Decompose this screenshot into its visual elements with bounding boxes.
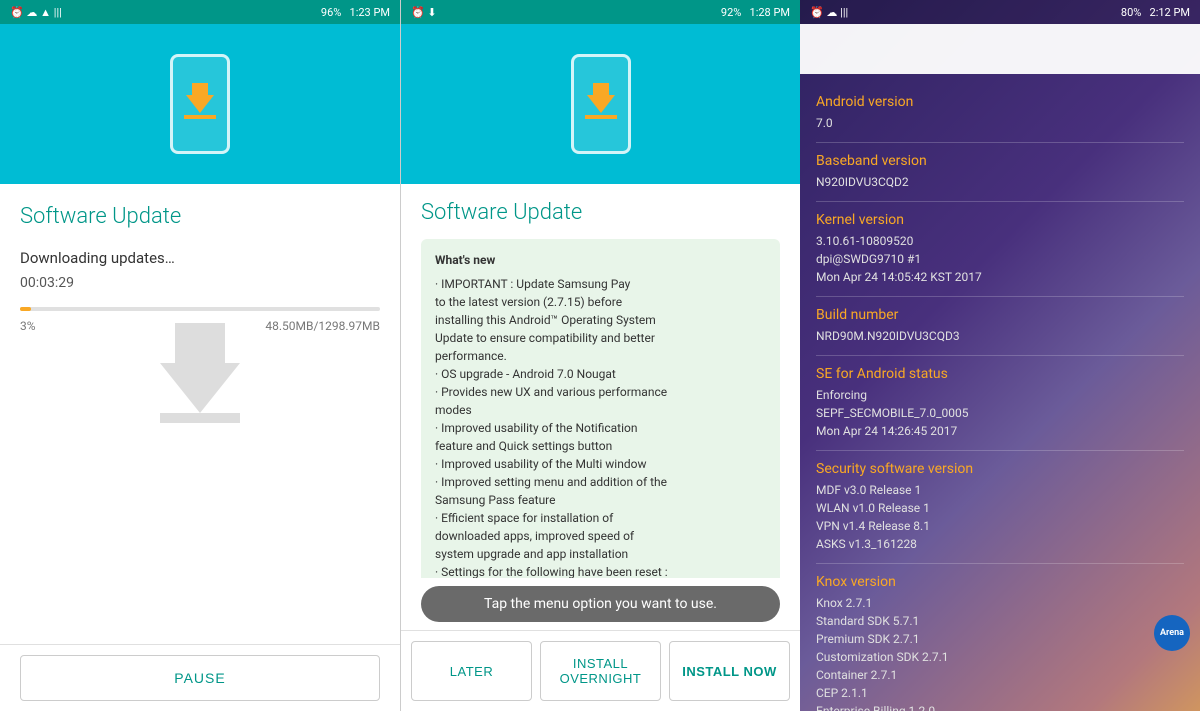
download-status-text: Downloading updates… xyxy=(20,249,380,267)
panel3-top-white xyxy=(800,24,1200,74)
value-build-number: NRD90M.N920IDVU3CQD3 xyxy=(816,327,1184,345)
header-2 xyxy=(401,24,800,184)
info-knox-version: Knox version Knox 2.7.1Standard SDK 5.7.… xyxy=(816,564,1184,711)
phone-download-icon-2 xyxy=(566,49,636,159)
status-bar-1: ⏰ ☁ ▲ ||| 96% 1:23 PM xyxy=(0,0,400,24)
progress-size: 48.50MB/1298.97MB xyxy=(265,319,380,333)
info-android-version: Android version 7.0 xyxy=(816,84,1184,143)
download-timer: 00:03:29 xyxy=(20,275,380,291)
pause-button[interactable]: PAUSE xyxy=(20,655,380,701)
value-baseband-version: N920IDVU3CQD2 xyxy=(816,173,1184,191)
content-1: Software Update Downloading updates… 00:… xyxy=(0,184,400,644)
panel-install: ⏰ ⬇ 92% 1:28 PM Software Update What's n… xyxy=(400,0,800,711)
status-icons-left-2: ⏰ ⬇ xyxy=(411,6,437,19)
status-battery-time-2: 92% 1:28 PM xyxy=(721,6,790,19)
panel3-content: Android version 7.0 Baseband version N92… xyxy=(800,74,1200,711)
panel-about: ⏰ ☁ ||| 80% 2:12 PM Android version 7.0 … xyxy=(800,0,1200,711)
label-knox-version: Knox version xyxy=(816,574,1184,590)
header-1 xyxy=(0,24,400,184)
value-kernel-version: 3.10.61-10809520dpi@SWDG9710 #1Mon Apr 2… xyxy=(816,232,1184,286)
label-baseband-version: Baseband version xyxy=(816,153,1184,169)
content-2: Software Update What's new · IMPORTANT :… xyxy=(401,184,800,578)
panel1-title: Software Update xyxy=(20,204,380,229)
value-knox-version: Knox 2.7.1Standard SDK 5.7.1Premium SDK … xyxy=(816,594,1184,711)
status-bar-2: ⏰ ⬇ 92% 1:28 PM xyxy=(401,0,800,24)
whats-new-content: · IMPORTANT : Update Samsung Payto the l… xyxy=(435,275,766,578)
progress-bar-fill xyxy=(20,307,31,311)
status-icons-left-1: ⏰ ☁ ▲ ||| xyxy=(10,6,62,19)
info-se-android: SE for Android status EnforcingSEPF_SECM… xyxy=(816,356,1184,451)
status-battery-time-1: 96% 1:23 PM xyxy=(321,6,390,19)
label-build-number: Build number xyxy=(816,307,1184,323)
label-kernel-version: Kernel version xyxy=(816,212,1184,228)
info-security-software: Security software version MDF v3.0 Relea… xyxy=(816,451,1184,564)
whats-new-box: What's new · IMPORTANT : Update Samsung … xyxy=(421,239,780,578)
install-now-button[interactable]: INSTALL NOW xyxy=(669,641,790,701)
progress-bar-container xyxy=(20,307,380,311)
panel2-title: Software Update xyxy=(421,200,780,225)
label-se-android: SE for Android status xyxy=(816,366,1184,382)
value-security-software: MDF v3.0 Release 1WLAN v1.0 Release 1VPN… xyxy=(816,481,1184,553)
value-se-android: EnforcingSEPF_SECMOBILE_7.0_0005Mon Apr … xyxy=(816,386,1184,440)
later-button[interactable]: LATER xyxy=(411,641,532,701)
progress-percent: 3% xyxy=(20,319,36,333)
panel-downloading: ⏰ ☁ ▲ ||| 96% 1:23 PM Software Update Do… xyxy=(0,0,400,711)
info-baseband-version: Baseband version N920IDVU3CQD2 xyxy=(816,143,1184,202)
info-kernel-version: Kernel version 3.10.61-10809520dpi@SWDG9… xyxy=(816,202,1184,297)
big-download-arrow xyxy=(20,363,380,413)
whats-new-heading: What's new xyxy=(435,251,766,269)
arena-fab[interactable]: Arena xyxy=(1154,615,1190,651)
footer-1: PAUSE xyxy=(0,644,400,711)
tooltip-bar: Tap the menu option you want to use. xyxy=(421,586,780,622)
status-battery-time-3: 80% 2:12 PM xyxy=(1121,6,1190,19)
install-overnight-button[interactable]: INSTALL OVERNIGHT xyxy=(540,641,661,701)
status-icons-left-3: ⏰ ☁ ||| xyxy=(810,6,848,19)
footer-2: LATER INSTALL OVERNIGHT INSTALL NOW xyxy=(401,630,800,711)
label-android-version: Android version xyxy=(816,94,1184,110)
value-android-version: 7.0 xyxy=(816,114,1184,132)
info-build-number: Build number NRD90M.N920IDVU3CQD3 xyxy=(816,297,1184,356)
label-security-software: Security software version xyxy=(816,461,1184,477)
phone-download-icon-1 xyxy=(165,49,235,159)
status-bar-3: ⏰ ☁ ||| 80% 2:12 PM xyxy=(800,0,1200,24)
